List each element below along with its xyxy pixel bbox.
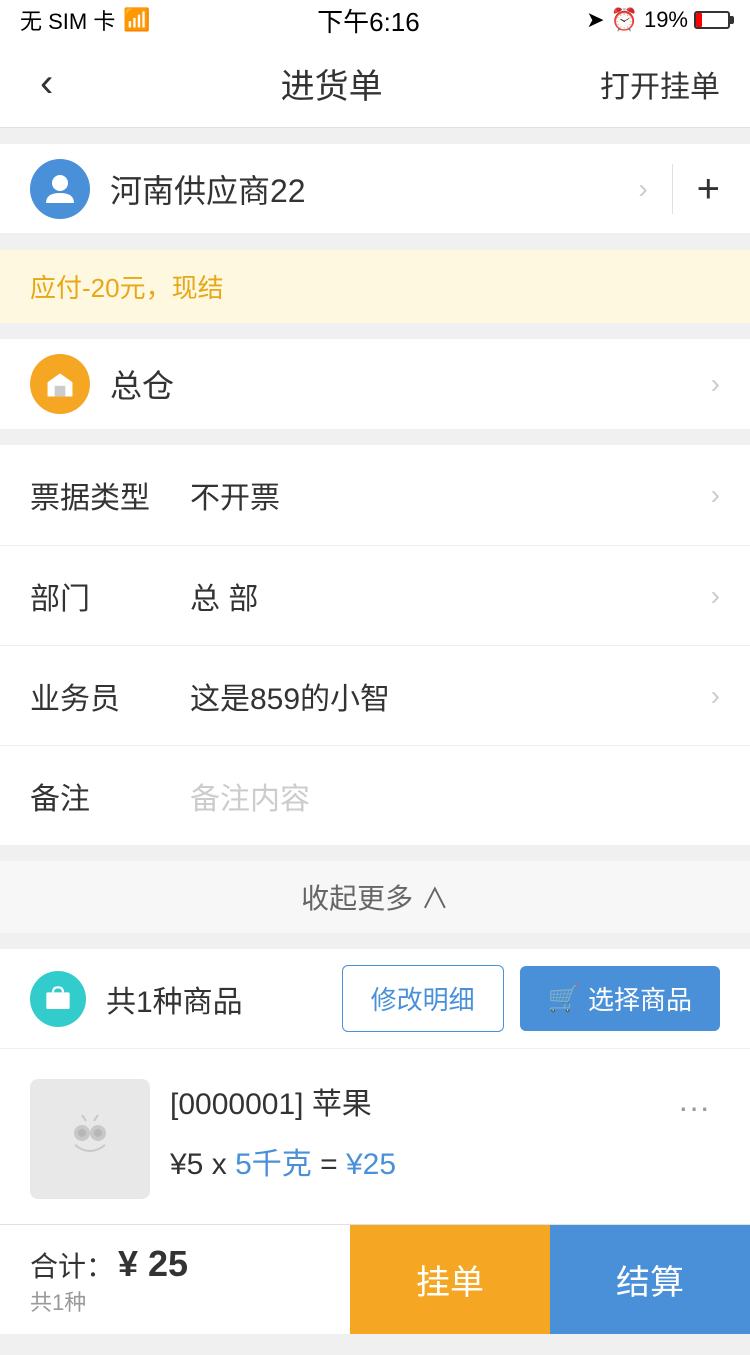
- supplier-row[interactable]: 河南供应商22 › +: [0, 144, 750, 234]
- checkout-button[interactable]: 结算: [550, 1225, 750, 1334]
- select-product-label: 选择商品: [588, 980, 692, 1017]
- product-quantity: 5千克: [235, 1148, 312, 1181]
- product-multiply: x: [212, 1148, 235, 1181]
- status-bar-time: 下午6:16: [317, 2, 420, 39]
- remark-label: 备注: [30, 774, 170, 818]
- battery-icon: [694, 11, 730, 29]
- add-supplier-button[interactable]: +: [697, 169, 720, 209]
- product-equals: =: [320, 1148, 346, 1181]
- edit-details-button[interactable]: 修改明细: [342, 965, 504, 1032]
- salesperson-row[interactable]: 业务员 这是859的小智 ›: [0, 645, 750, 745]
- select-product-icon: 🛒: [548, 983, 580, 1014]
- nav-bar: ‹ 进货单 打开挂单: [0, 40, 750, 128]
- invoice-label: 票据类型: [30, 473, 170, 517]
- collapse-button[interactable]: 收起更多 ∧: [0, 861, 750, 933]
- select-product-button[interactable]: 🛒 选择商品: [520, 966, 720, 1031]
- total-count: 共1种: [30, 1285, 320, 1317]
- alert-banner: 应付-20元，现结: [0, 250, 750, 323]
- status-bar: 无 SIM 卡 📶 下午6:16 ➤ ⏰ 19%: [0, 0, 750, 40]
- form-card: 票据类型 不开票 › 部门 总 部 › 业务员 这是859的小智 › 备注 备注…: [0, 445, 750, 845]
- product-id: [0000001]: [170, 1088, 303, 1121]
- product-more-button[interactable]: ···: [668, 1079, 720, 1136]
- product-title: 苹果: [312, 1088, 372, 1121]
- battery-label: 19%: [644, 7, 688, 33]
- product-thumbnail: [30, 1079, 150, 1199]
- product-price: ¥5 x 5千克 = ¥25: [170, 1139, 648, 1183]
- footer-total: 合计： ¥ 25 共1种: [0, 1225, 350, 1334]
- warehouse-card[interactable]: 总仓 ›: [0, 339, 750, 429]
- products-header: 共1种商品 修改明细 🛒 选择商品: [0, 949, 750, 1049]
- salesperson-chevron-icon: ›: [711, 680, 720, 712]
- warehouse-chevron-icon: ›: [711, 368, 720, 400]
- department-chevron-icon: ›: [711, 580, 720, 612]
- location-icon: ➤: [586, 7, 604, 33]
- supplier-divider: [672, 164, 673, 214]
- product-item: [0000001] 苹果 ¥5 x 5千克 = ¥25 ···: [0, 1049, 750, 1229]
- supplier-avatar: [30, 159, 90, 219]
- invoice-chevron-icon: ›: [711, 479, 720, 511]
- products-card: 共1种商品 修改明细 🛒 选择商品: [0, 949, 750, 1229]
- supplier-name: 河南供应商22: [110, 166, 638, 212]
- supplier-chevron-icon: ›: [638, 173, 647, 205]
- total-amount: ¥ 25: [118, 1243, 188, 1285]
- product-name: [0000001] 苹果: [170, 1079, 648, 1123]
- product-unit-price: ¥5: [170, 1148, 203, 1181]
- collapse-label: 收起更多 ∧: [301, 877, 449, 917]
- remark-input[interactable]: 备注内容: [170, 774, 720, 818]
- product-total: ¥25: [346, 1148, 396, 1181]
- alarm-icon: ⏰: [611, 7, 638, 33]
- invoice-row[interactable]: 票据类型 不开票 ›: [0, 445, 750, 545]
- warehouse-icon: [30, 354, 90, 414]
- department-label: 部门: [30, 574, 170, 618]
- invoice-value: 不开票: [170, 473, 711, 517]
- wifi-icon: 📶: [123, 7, 150, 33]
- department-row[interactable]: 部门 总 部 ›: [0, 545, 750, 645]
- back-button[interactable]: ‹: [30, 51, 63, 116]
- products-count-label: 共1种商品: [106, 977, 342, 1021]
- products-icon: [30, 971, 86, 1027]
- salesperson-label: 业务员: [30, 674, 170, 718]
- remark-row[interactable]: 备注 备注内容: [0, 745, 750, 845]
- warehouse-name: 总仓: [110, 361, 711, 407]
- carrier-label: 无 SIM 卡: [20, 4, 115, 36]
- content-area: 河南供应商22 › + 应付-20元，现结 总仓 › 票据类型 不开票 ›: [0, 128, 750, 1355]
- product-info: [0000001] 苹果 ¥5 x 5千克 = ¥25: [170, 1079, 648, 1183]
- suspend-button[interactable]: 挂单: [350, 1225, 550, 1334]
- status-bar-left: 无 SIM 卡 📶: [20, 4, 151, 36]
- department-value: 总 部: [170, 574, 711, 618]
- open-suspend-button[interactable]: 打开挂单: [600, 62, 720, 106]
- total-label: 合计：: [30, 1245, 114, 1285]
- warehouse-row[interactable]: 总仓 ›: [0, 339, 750, 429]
- supplier-card: 河南供应商22 › +: [0, 144, 750, 234]
- salesperson-value: 这是859的小智: [170, 674, 711, 718]
- status-bar-right: ➤ ⏰ 19%: [586, 7, 730, 33]
- footer: 合计： ¥ 25 共1种 挂单 结算: [0, 1224, 750, 1334]
- nav-title: 进货单: [281, 59, 383, 108]
